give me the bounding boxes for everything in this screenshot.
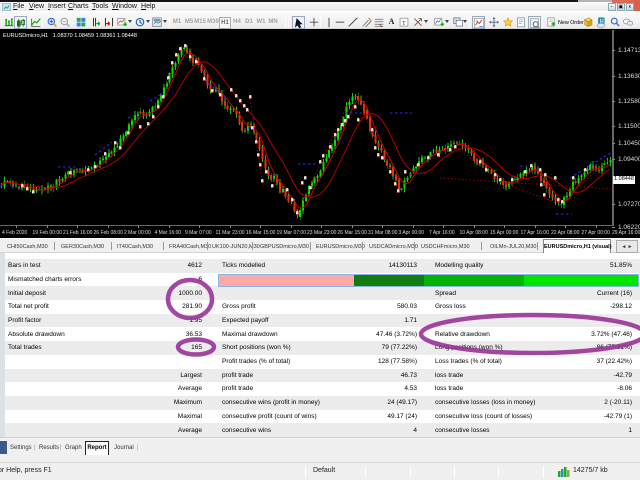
svg-text:T: T [401, 20, 405, 27]
